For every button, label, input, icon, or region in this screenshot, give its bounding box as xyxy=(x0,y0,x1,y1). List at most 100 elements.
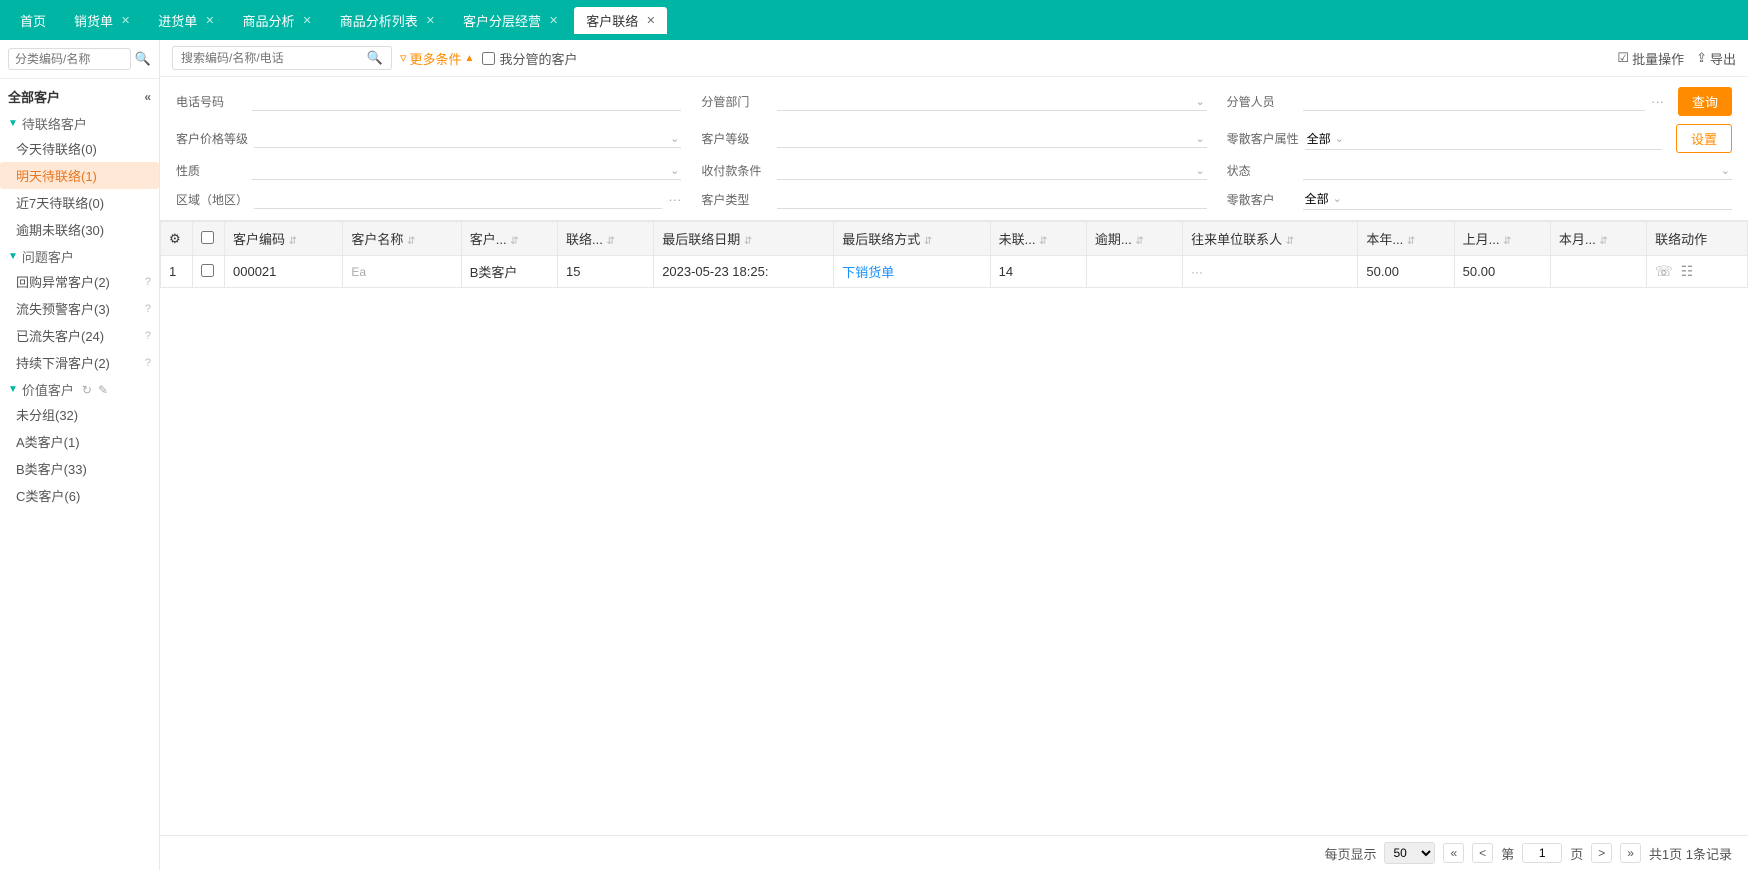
price-level-chevron-icon: ⌄ xyxy=(670,132,679,145)
th-no-contact-days[interactable]: 未联... ⇵ xyxy=(990,222,1086,256)
customer-level-label: 客户等级 xyxy=(701,130,771,147)
td-row-checkbox[interactable] xyxy=(193,256,225,288)
settings-icon[interactable]: ⚙ xyxy=(169,231,181,246)
th-contact-count[interactable]: 联络... ⇵ xyxy=(557,222,653,256)
select-all-checkbox[interactable] xyxy=(201,231,214,244)
gender-input[interactable] xyxy=(254,163,666,177)
person-input[interactable] xyxy=(1305,94,1643,108)
set-button[interactable]: 设置 xyxy=(1676,124,1732,153)
value-refresh-icon[interactable]: ↻ xyxy=(82,383,92,397)
query-button[interactable]: 查询 xyxy=(1678,87,1732,116)
status-input[interactable] xyxy=(1305,163,1717,177)
sidebar-item-a-class[interactable]: A类客户(1) xyxy=(0,428,159,455)
nav-customer-contact[interactable]: 客户联络 ✕ xyxy=(574,7,667,34)
sidebar-item-churn-warning[interactable]: 流失预警客户(3) ? xyxy=(0,295,159,322)
nav-home[interactable]: 首页 xyxy=(8,7,58,34)
my-customers-checkbox-label[interactable]: 我分管的客户 xyxy=(482,49,577,68)
area-input[interactable] xyxy=(256,192,660,206)
th-checkbox[interactable] xyxy=(193,222,225,256)
nav-customer-tier[interactable]: 客户分层经营 ✕ xyxy=(451,7,570,34)
th-settings[interactable]: ⚙ xyxy=(161,222,193,256)
sidebar-all-customers[interactable]: 全部客户 « xyxy=(0,79,159,110)
sidebar-item-abnormal[interactable]: 回购异常客户(2) ? xyxy=(0,268,159,295)
sidebar-item-7days[interactable]: 近7天待联络(0) xyxy=(0,189,159,216)
row-action-phone-icon[interactable]: ☏ xyxy=(1655,263,1673,280)
area-dots-icon[interactable]: ··· xyxy=(668,192,681,207)
value-edit-icon[interactable]: ✎ xyxy=(98,383,108,397)
th-this-month[interactable]: 本月... ⇵ xyxy=(1550,222,1646,256)
nav-customer-contact-close[interactable]: ✕ xyxy=(646,14,655,27)
per-page-label: 每页显示 xyxy=(1324,844,1376,863)
retail-attr-select[interactable]: 全部 ⌄ xyxy=(1305,128,1662,150)
filter-more-label: 更多条件 xyxy=(410,49,462,68)
page-input[interactable] xyxy=(1522,843,1562,863)
status-select[interactable]: ⌄ xyxy=(1303,161,1732,180)
table-row: 1 000021 Ea B类客户 xyxy=(161,256,1748,288)
dept-select-wrap[interactable]: ⌄ xyxy=(777,92,1206,111)
person-dots-icon[interactable]: ··· xyxy=(1651,94,1664,109)
my-customers-checkbox[interactable] xyxy=(482,52,495,65)
nav-customer-tier-close[interactable]: ✕ xyxy=(549,14,558,27)
nav-product-analysis-list[interactable]: 商品分析列表 ✕ xyxy=(328,7,447,34)
next-page-btn[interactable]: > xyxy=(1591,843,1612,863)
sidebar-item-c-class[interactable]: C类客户(6) xyxy=(0,482,159,509)
sidebar-item-overdue[interactable]: 逾期未联络(30) xyxy=(0,216,159,243)
nav-sales-close[interactable]: ✕ xyxy=(121,14,130,27)
th-unit-contact[interactable]: 往来单位联系人 ⇵ xyxy=(1183,222,1358,256)
gender-select[interactable]: ⌄ xyxy=(252,161,681,180)
sidebar-item-b-class[interactable]: B类客户(33) xyxy=(0,455,159,482)
filter-dept: 分管部门 ⌄ xyxy=(701,87,1206,116)
customer-level-input[interactable] xyxy=(779,131,1191,145)
th-overdue[interactable]: 逾期... ⇵ xyxy=(1086,222,1182,256)
nav-product-analysis[interactable]: 商品分析 ✕ xyxy=(230,7,323,34)
th-name[interactable]: 客户名称 ⇵ xyxy=(343,222,461,256)
dept-input[interactable] xyxy=(779,94,1191,108)
first-page-btn[interactable]: « xyxy=(1443,843,1464,863)
th-code[interactable]: 客户编码 ⇵ xyxy=(225,222,343,256)
sidebar-item-tomorrow[interactable]: 明天待联络(1) xyxy=(0,162,159,189)
batch-op-btn[interactable]: ☑ 批量操作 xyxy=(1617,49,1684,68)
payment-input[interactable] xyxy=(779,163,1191,177)
row-name: Ea xyxy=(351,265,366,279)
export-btn[interactable]: ⇪ 导出 xyxy=(1696,49,1736,68)
last-page-btn[interactable]: » xyxy=(1620,843,1641,863)
phone-input[interactable] xyxy=(254,94,679,108)
collapse-icon[interactable]: « xyxy=(144,90,151,104)
customer-type-input[interactable] xyxy=(779,192,1204,206)
th-this-year[interactable]: 本年... ⇵ xyxy=(1358,222,1454,256)
payment-chevron-icon: ⌄ xyxy=(1195,164,1204,177)
search-icon[interactable]: 🔍 xyxy=(367,50,383,66)
sidebar-item-today[interactable]: 今天待联络(0) xyxy=(0,135,159,162)
th-category[interactable]: 客户... ⇵ xyxy=(461,222,557,256)
search-input[interactable] xyxy=(181,51,367,65)
nav-purchase-close[interactable]: ✕ xyxy=(205,14,214,27)
payment-select[interactable]: ⌄ xyxy=(777,161,1206,180)
customer-type-select[interactable] xyxy=(777,190,1206,209)
row-last-contact-method-link[interactable]: 下销货单 xyxy=(842,265,894,280)
per-page-select[interactable]: 50 100 200 xyxy=(1384,842,1435,864)
th-last-contact-method[interactable]: 最后联络方式 ⇵ xyxy=(834,222,990,256)
price-level-select[interactable]: ⌄ xyxy=(254,129,681,148)
row-action-grid-icon[interactable]: ☷ xyxy=(1681,263,1694,280)
nav-product-analysis-list-close[interactable]: ✕ xyxy=(426,14,435,27)
sidebar-search-input[interactable] xyxy=(8,48,131,70)
sidebar-item-ungrouped[interactable]: 未分组(32) xyxy=(0,401,159,428)
customer-level-select[interactable]: ⌄ xyxy=(777,129,1206,148)
retail-customer-value: 全部 xyxy=(1305,190,1329,207)
filter-row-4: 区域（地区） ··· 客户类型 零散客户 全部 xyxy=(176,188,1732,210)
area-select xyxy=(254,190,662,209)
th-last-month[interactable]: 上月... ⇵ xyxy=(1454,222,1550,256)
sidebar-item-churned[interactable]: 已流失客户(24) ? xyxy=(0,322,159,349)
price-level-input[interactable] xyxy=(256,131,666,145)
filter-more-btn[interactable]: ▿ 更多条件 ▲ xyxy=(400,49,474,68)
retail-customer-select[interactable]: 全部 ⌄ xyxy=(1303,188,1732,210)
nav-sales[interactable]: 销货单 ✕ xyxy=(62,7,142,34)
sidebar-search-icon[interactable]: 🔍 xyxy=(135,51,151,67)
content-area: 🔍 ▿ 更多条件 ▲ 我分管的客户 ☑ 批量操作 ⇪ 导出 xyxy=(160,40,1748,870)
sidebar-item-declining[interactable]: 持续下滑客户(2) ? xyxy=(0,349,159,376)
nav-purchase[interactable]: 进货单 ✕ xyxy=(146,7,226,34)
nav-product-analysis-close[interactable]: ✕ xyxy=(303,14,312,27)
prev-page-btn[interactable]: < xyxy=(1472,843,1493,863)
th-last-contact-date[interactable]: 最后联络日期 ⇵ xyxy=(654,222,834,256)
row-checkbox[interactable] xyxy=(201,264,214,277)
